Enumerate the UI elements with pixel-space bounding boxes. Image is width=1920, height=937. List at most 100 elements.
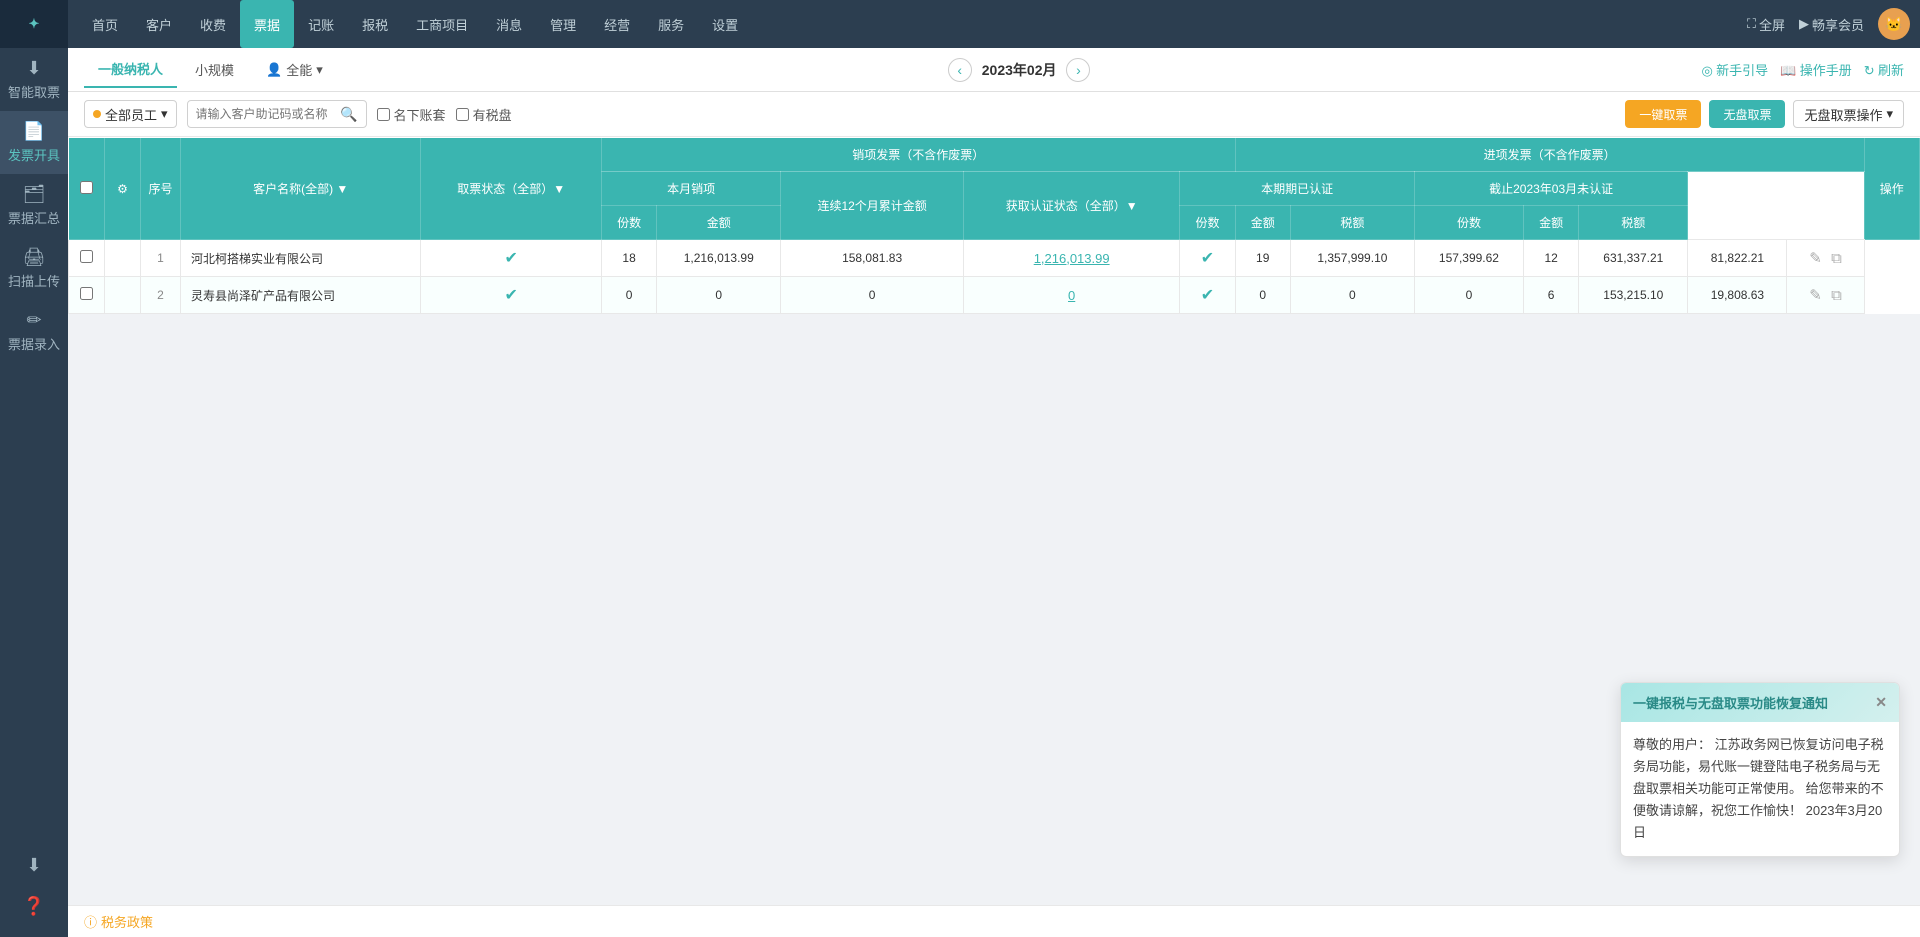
th-input-uncert: 截止2023年03月未认证 (1414, 172, 1687, 206)
tax-policy-label[interactable]: 税务政策 (101, 912, 153, 931)
th-input-group: 进项发票（不含作废票） (1235, 138, 1864, 172)
download-icon: ⬇ (26, 855, 41, 876)
row-setting (105, 240, 141, 277)
sidebar-item-label: 票据录入 (8, 334, 60, 353)
cumulative-link[interactable]: 1,216,013.99 (1034, 251, 1110, 266)
row-sales-amount: 0 (657, 277, 781, 314)
th-num: 序号 (141, 138, 181, 240)
row-input-tax: 0 (1414, 277, 1523, 314)
row-customer-name: 灵寿县尚泽矿产品有限公司 (181, 277, 421, 314)
th-cert-status-header: 获取认证状态（全部）▼ (963, 172, 1179, 240)
new-guide-label: 新手引导 (1716, 63, 1768, 78)
sidebar-item-label: 扫描上传 (8, 271, 60, 290)
row-checkbox[interactable] (80, 287, 93, 300)
search-btn[interactable]: 🔍 (340, 106, 357, 123)
sidebar-logo: ✦ (0, 0, 68, 48)
row-actions: ✎ ⧉ (1787, 277, 1864, 314)
sidebar-item-invoice-summary[interactable]: 🗂 票据汇总 (0, 174, 68, 237)
sidebar-item-issue-invoice[interactable]: 📄 发票开具 (0, 111, 68, 174)
th-sales-count: 份数 (601, 206, 656, 240)
th-action: 操作 (1864, 138, 1919, 240)
nav-item-invoice[interactable]: 票据 (240, 0, 294, 48)
manual-btn[interactable]: 📖 操作手册 (1780, 60, 1852, 79)
notification-title: 一键报税与无盘取票功能恢复通知 (1633, 693, 1828, 712)
tab-general[interactable]: 一般纳税人 (84, 51, 177, 88)
nav-item-settings[interactable]: 设置 (698, 0, 752, 48)
nav-item-customer[interactable]: 客户 (132, 0, 186, 48)
th-input-amount: 金额 (1235, 206, 1290, 240)
cumulative-link[interactable]: 0 (1068, 288, 1075, 303)
row-input-count: 0 (1235, 277, 1290, 314)
row-customer-name: 河北柯搭梯实业有限公司 (181, 240, 421, 277)
notification-text: 尊敬的用户： 江苏政务网已恢复访问电子税务局功能，易代账一键登陆电子税务局与无盘… (1633, 737, 1884, 840)
sidebar-item-help[interactable]: ❓ (0, 886, 68, 927)
sidebar-item-data-entry[interactable]: ✏ 票据录入 (0, 300, 68, 363)
row-check[interactable] (69, 240, 105, 277)
row-uncert-amount: 153,215.10 (1579, 277, 1688, 314)
row-num: 2 (141, 277, 181, 314)
avatar[interactable]: 🐱 (1878, 8, 1910, 40)
th-cumulative: 连续12个月累计金额 (781, 172, 964, 240)
th-input-tax: 税额 (1290, 206, 1414, 240)
row-copy-btn[interactable]: ⧉ (1831, 250, 1842, 267)
th-input-count: 份数 (1180, 206, 1235, 240)
sidebar-item-scan-upload[interactable]: 🖨 扫描上传 (0, 237, 68, 300)
row-edit-btn[interactable]: ✎ (1809, 287, 1822, 304)
row-sales-tax: 0 (781, 277, 964, 314)
no-disk-ops-dropdown-icon: ▾ (1886, 106, 1893, 122)
row-uncert-count: 6 (1524, 277, 1579, 314)
sidebar: ✦ ⬇ 智能取票 📄 发票开具 🗂 票据汇总 🖨 扫描上传 ✏ 票据录入 ⬇ ❓ (0, 0, 68, 937)
nav-item-operation[interactable]: 经营 (590, 0, 644, 48)
row-cert-status: ✔ (1180, 277, 1235, 314)
member-btn[interactable]: ▶ 畅享会员 (1799, 15, 1864, 34)
notification-close-btn[interactable]: ✕ (1875, 694, 1887, 711)
th-sales-amount: 金额 (657, 206, 781, 240)
nav-item-service[interactable]: 服务 (644, 0, 698, 48)
no-disk-fetch-btn[interactable]: 无盘取票 (1709, 100, 1785, 128)
th-check (69, 138, 105, 240)
refresh-btn[interactable]: ↻ 刷新 (1864, 60, 1904, 79)
sidebar-item-smart-fetch[interactable]: ⬇ 智能取票 (0, 48, 68, 111)
nav-item-tax[interactable]: 报税 (348, 0, 402, 48)
nav-item-business[interactable]: 工商项目 (402, 0, 482, 48)
nav-item-home[interactable]: 首页 (78, 0, 132, 48)
prev-month-btn[interactable]: ‹ (948, 58, 972, 82)
th-fetch-status: 取票状态（全部）▼ (421, 138, 602, 240)
no-disk-ops-btn[interactable]: 无盘取票操作 ▾ (1793, 100, 1904, 128)
tab-small[interactable]: 小规模 (181, 52, 248, 87)
row-edit-btn[interactable]: ✎ (1809, 250, 1822, 267)
nav-item-management[interactable]: 管理 (536, 0, 590, 48)
employee-select[interactable]: 全部员工 ▾ (84, 100, 177, 128)
row-copy-btn[interactable]: ⧉ (1831, 287, 1842, 304)
tax-disk-checkbox[interactable]: 有税盘 (456, 105, 512, 124)
notification-header: 一键报税与无盘取票功能恢复通知 ✕ (1621, 683, 1899, 722)
tab-all-dropdown-icon: ▾ (316, 62, 323, 78)
search-input[interactable] (196, 107, 341, 121)
row-num: 1 (141, 240, 181, 277)
sidebar-item-download[interactable]: ⬇ (0, 845, 68, 886)
row-checkbox[interactable] (80, 250, 93, 263)
sub-account-checkbox[interactable]: 名下账套 (377, 105, 446, 124)
sub-account-check[interactable] (377, 108, 390, 121)
nav-item-accounting[interactable]: 记账 (294, 0, 348, 48)
row-check[interactable] (69, 277, 105, 314)
fetch-status-icon: ✔ (504, 287, 517, 304)
nav-item-message[interactable]: 消息 (482, 0, 536, 48)
new-guide-btn[interactable]: ◎ 新手引导 (1701, 60, 1768, 79)
fullscreen-btn[interactable]: ⛶ 全屏 (1747, 15, 1785, 34)
top-nav: 首页 客户 收费 票据 记账 报税 工商项目 消息 管理 经营 服务 设置 ⛶ … (68, 0, 1920, 48)
nav-right: ⛶ 全屏 ▶ 畅享会员 🐱 (1747, 8, 1910, 40)
next-month-btn[interactable]: › (1066, 58, 1090, 82)
th-customer-name: 客户名称(全部) ▼ (181, 138, 421, 240)
tab-all[interactable]: 👤 全能 ▾ (252, 52, 337, 87)
one-click-fetch-btn[interactable]: 一键取票 (1625, 100, 1701, 128)
notification-body: 尊敬的用户： 江苏政务网已恢复访问电子税务局功能，易代账一键登陆电子税务局与无盘… (1621, 722, 1899, 856)
tab-bar-center: ‹ 2023年02月 › (337, 58, 1702, 82)
tab-bar: 一般纳税人 小规模 👤 全能 ▾ ‹ 2023年02月 › ◎ 新手引导 (68, 48, 1920, 92)
tax-disk-check[interactable] (456, 108, 469, 121)
th-setting: ⚙ (105, 138, 141, 240)
help-icon: ❓ (23, 896, 45, 917)
select-all-checkbox[interactable] (80, 181, 93, 194)
nav-item-collection[interactable]: 收费 (186, 0, 240, 48)
cert-status-icon: ✔ (1201, 250, 1214, 267)
